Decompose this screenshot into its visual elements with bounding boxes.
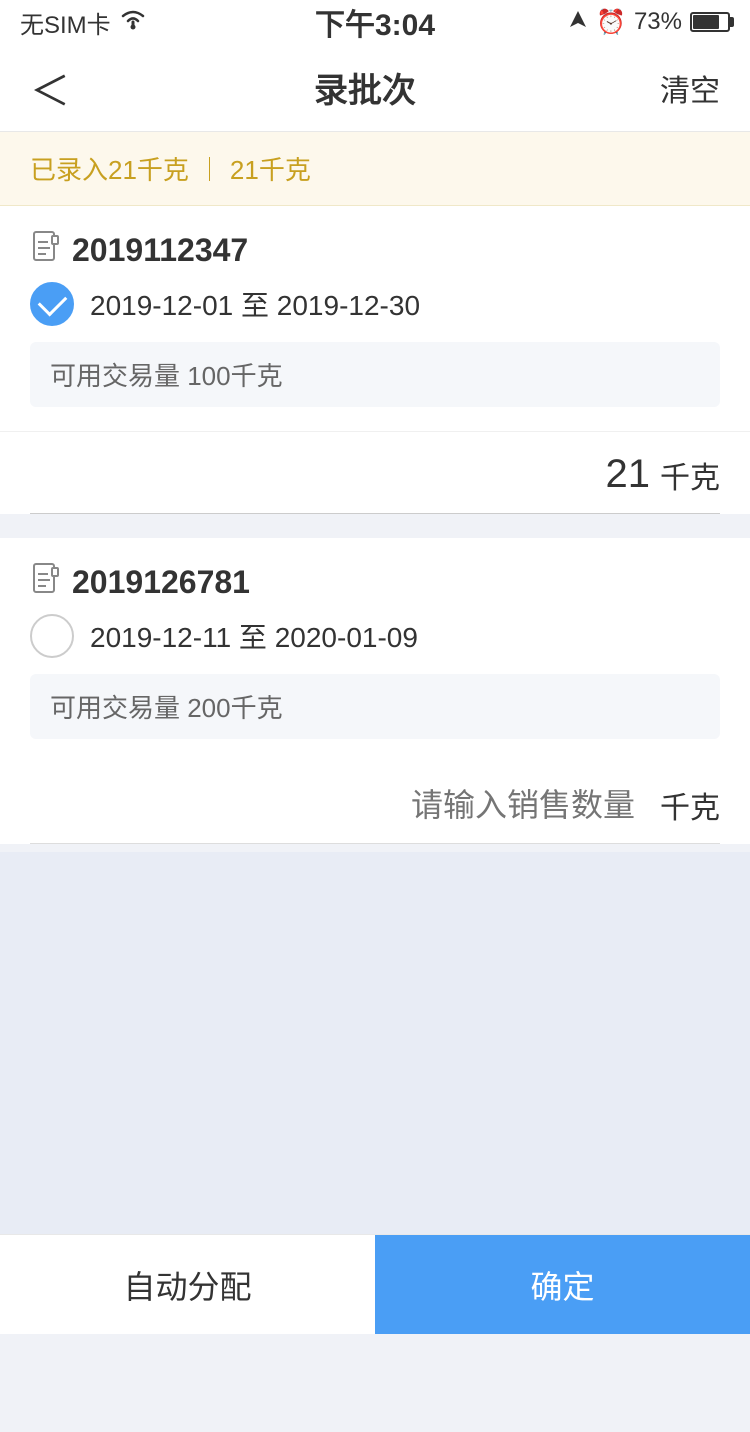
status-time: 下午3:04 <box>315 0 435 44</box>
nav-bar: ＜ 录批次 清空 <box>0 44 750 132</box>
status-bar: 无SIM卡 下午3:04 ⏰ 73% <box>0 0 750 44</box>
radio-2[interactable] <box>30 614 74 658</box>
recorded-label: 已录入21千克 <box>30 150 189 187</box>
batch-date-1: 2019-12-01 至 2019-12-30 <box>90 284 420 324</box>
available-box-2: 可用交易量 200千克 <box>30 674 720 739</box>
qty-row-1: 21 千克 <box>0 431 750 513</box>
batch-date-2: 2019-12-11 至 2020-01-09 <box>90 616 418 656</box>
info-banner: 已录入21千克 21千克 <box>0 132 750 206</box>
battery-percent: 73% <box>634 8 682 36</box>
input-unit-2: 千克 <box>660 783 720 827</box>
radio-1[interactable] <box>30 282 74 326</box>
recorded-value: 21千克 <box>230 150 311 187</box>
batch-date-row-1[interactable]: 2019-12-01 至 2019-12-30 <box>30 282 720 326</box>
batch-date-row-2[interactable]: 2019-12-11 至 2020-01-09 <box>30 614 720 658</box>
back-button[interactable]: ＜ <box>30 59 70 117</box>
clear-button[interactable]: 清空 <box>660 66 720 110</box>
page-title: 录批次 <box>314 63 416 112</box>
batch-doc-icon-1 <box>30 230 62 270</box>
batch-doc-icon-2 <box>30 562 62 602</box>
qty-value-1: 21 <box>606 452 651 497</box>
batch-item-1: 2019112347 2019-12-01 至 2019-12-30 可用交易量… <box>0 206 750 431</box>
location-icon <box>568 8 588 36</box>
batch-id-2: 2019126781 <box>72 564 250 601</box>
qty-underline-1 <box>30 513 720 514</box>
confirm-button[interactable]: 确定 <box>375 1235 750 1334</box>
batch-header-2: 2019126781 <box>30 562 720 602</box>
info-divider <box>209 157 210 181</box>
batch-card-1: 2019112347 2019-12-01 至 2019-12-30 可用交易量… <box>0 206 750 514</box>
carrier-text: 无SIM卡 <box>20 5 111 40</box>
status-left: 无SIM卡 <box>20 5 147 40</box>
input-underline-2 <box>30 843 720 844</box>
batch-header-1: 2019112347 <box>30 230 720 270</box>
status-right: ⏰ 73% <box>568 8 730 37</box>
auto-distribute-button[interactable]: 自动分配 <box>0 1235 375 1334</box>
battery-icon <box>690 12 730 32</box>
alarm-icon: ⏰ <box>596 8 626 37</box>
qty-input-2[interactable] <box>390 787 650 824</box>
batch-card-2: 2019126781 2019-12-11 至 2020-01-09 可用交易量… <box>0 538 750 844</box>
input-row-2[interactable]: 千克 <box>0 763 750 843</box>
section-separator <box>0 522 750 538</box>
bottom-bar: 自动分配 确定 <box>0 1234 750 1334</box>
available-box-1: 可用交易量 100千克 <box>30 342 720 407</box>
wifi-icon <box>119 8 147 37</box>
qty-unit-1: 千克 <box>660 453 720 497</box>
batch-id-1: 2019112347 <box>72 232 248 269</box>
batch-item-2: 2019126781 2019-12-11 至 2020-01-09 可用交易量… <box>0 538 750 763</box>
